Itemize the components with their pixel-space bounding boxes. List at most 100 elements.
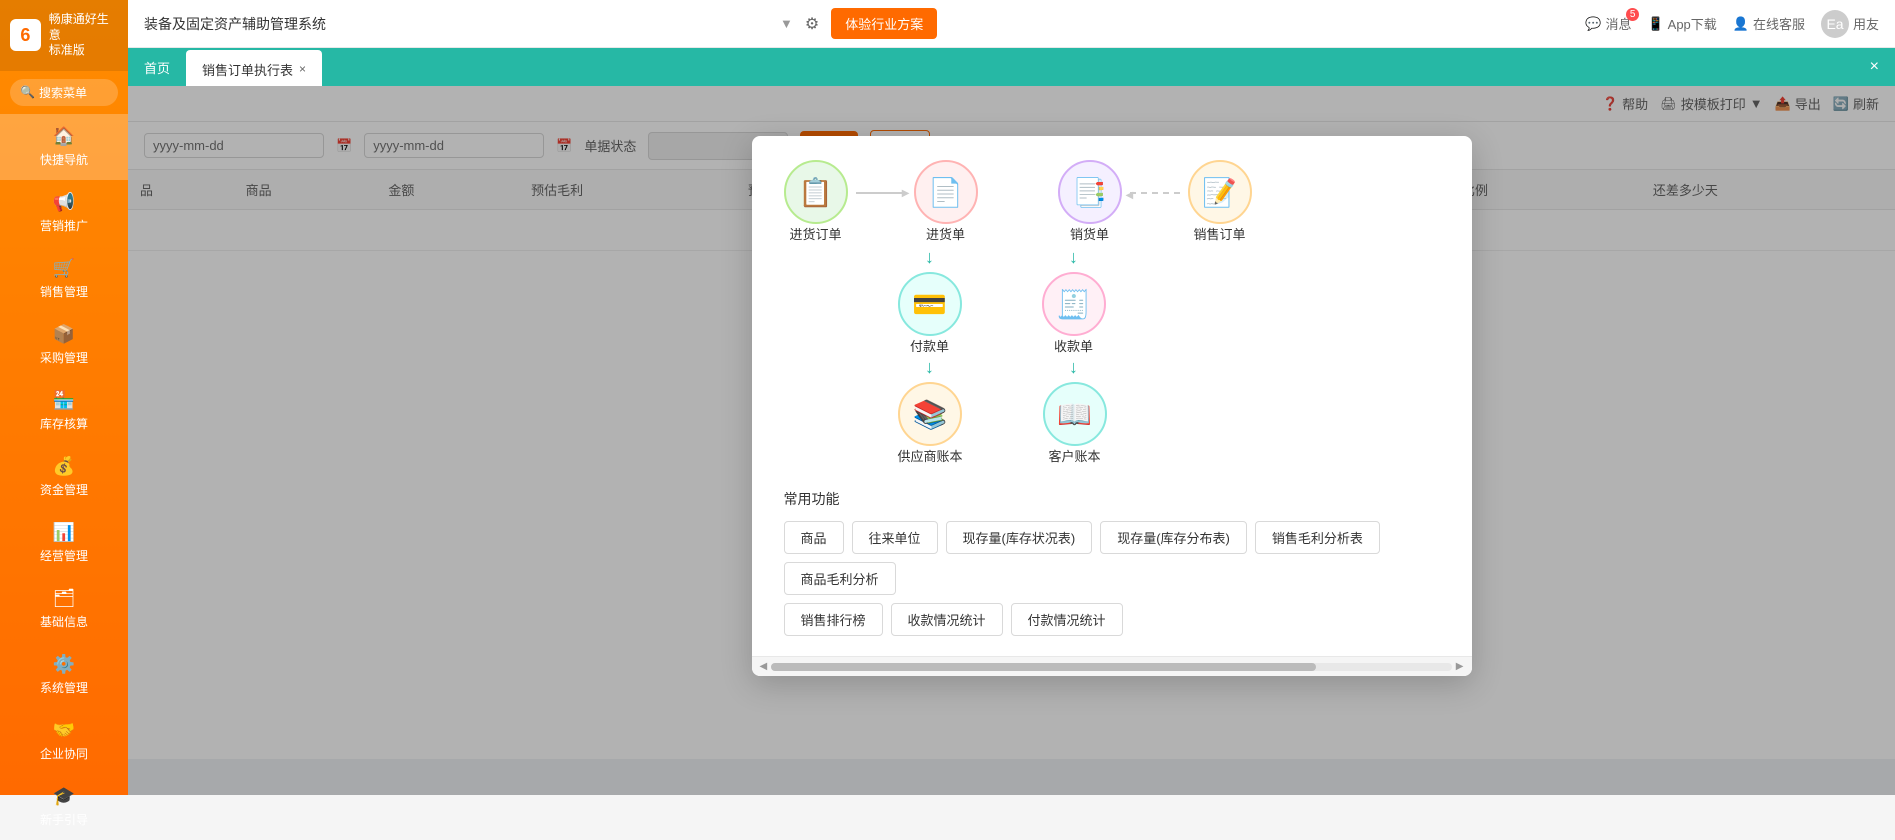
- func-btn-partners[interactable]: 往来单位: [852, 521, 938, 554]
- download-icon: 📱: [1647, 16, 1663, 32]
- down-arrow-receipt: ↓: [1042, 247, 1106, 268]
- search-menu-button[interactable]: 🔍 搜索菜单: [10, 79, 118, 106]
- window-close-icon[interactable]: ×: [1870, 58, 1879, 76]
- sidebar-item-operation[interactable]: 📊 经营管理: [0, 510, 128, 576]
- modal-overlay[interactable]: 📋 进货订单 ▶: [128, 86, 1895, 795]
- modal-content: 📋 进货订单 ▶: [752, 136, 1472, 656]
- sidebar-item-system[interactable]: ⚙️ 系统管理: [0, 642, 128, 708]
- main-area: 装备及固定资产辅助管理系统 ▼ ⚙ 体验行业方案 💬 消息 5 📱 App下载 …: [128, 0, 1895, 795]
- tab-sales-order[interactable]: 销售订单执行表 ×: [186, 50, 322, 88]
- system-icon: ⚙️: [53, 654, 75, 675]
- purchase-bill-node[interactable]: 📄 进货单: [914, 160, 978, 243]
- purchase-order-icon: 📋: [784, 160, 848, 224]
- purchase-bill-label: 进货单: [926, 224, 965, 243]
- sidebar-item-finance[interactable]: 💰 资金管理: [0, 444, 128, 510]
- purchase-icon: 📦: [53, 324, 75, 345]
- sidebar-item-guide[interactable]: 🎓 新手引导: [0, 774, 128, 840]
- scrollbar-thumb[interactable]: [771, 663, 1315, 671]
- sidebar-nav: 🏠 快捷导航 📢 营销推广 🛒 销售管理 📦 采购管理 🏪 库存核算 💰: [0, 114, 128, 840]
- sidebar-item-sales[interactable]: 🛒 销售管理: [0, 246, 128, 312]
- online-service-button[interactable]: 👤 在线客服: [1733, 14, 1805, 33]
- sidebar-logo: 6 畅康通好生意 标准版: [0, 0, 128, 71]
- func-btn-payment-stats[interactable]: 付款情况统计: [1011, 603, 1123, 636]
- quick-nav-icon: 🏠: [53, 126, 75, 147]
- trial-button[interactable]: 体验行业方案: [831, 8, 937, 39]
- tab-home[interactable]: 首页: [128, 48, 186, 86]
- app-download-button[interactable]: 📱 App下载: [1647, 14, 1716, 33]
- arrow-purchase-to-bill: ▶: [848, 192, 914, 194]
- sidebar-item-basic[interactable]: 🗂 基础信息: [0, 576, 128, 642]
- func-btn-sales-rank[interactable]: 销售排行榜: [784, 603, 883, 636]
- message-icon: 💬: [1585, 16, 1601, 32]
- topbar-right: 💬 消息 5 📱 App下载 👤 在线客服 Ea 用友: [1585, 10, 1879, 38]
- sidebar-item-purchase[interactable]: 📦 采购管理: [0, 312, 128, 378]
- flow-diagram: 📋 进货订单 ▶: [784, 160, 1440, 465]
- sidebar-search-area: 🔍 搜索菜单: [0, 71, 128, 114]
- supplier-ledger-node[interactable]: 📚 供应商账本: [898, 382, 963, 465]
- supplier-ledger-icon: 📚: [898, 382, 962, 446]
- sidebar-item-enterprise[interactable]: 🤝 企业协同: [0, 708, 128, 774]
- down-arrow-supplier: ↓: [898, 357, 962, 378]
- basic-icon: 🗂: [53, 588, 76, 609]
- common-functions-title: 常用功能: [784, 489, 1440, 509]
- operation-icon: 📊: [53, 522, 75, 543]
- message-button[interactable]: 💬 消息 5: [1585, 14, 1631, 33]
- sales-icon: 🛒: [53, 258, 75, 279]
- purchase-order-label: 进货订单: [789, 224, 841, 243]
- sidebar-item-quick-nav[interactable]: 🏠 快捷导航: [0, 114, 128, 180]
- sidebar-item-marketing[interactable]: 📢 营销推广: [0, 180, 128, 246]
- customer-ledger-icon: 📖: [1043, 382, 1107, 446]
- tabbar: 首页 销售订单执行表 × ×: [128, 48, 1895, 86]
- down-arrow-customer: ↓: [1042, 357, 1106, 378]
- user-menu-button[interactable]: Ea 用友: [1821, 10, 1879, 38]
- purchase-order-node[interactable]: 📋 进货订单: [784, 160, 848, 243]
- service-icon: 👤: [1733, 16, 1749, 32]
- receipt-icon: 🧾: [1042, 272, 1106, 336]
- scroll-left-icon[interactable]: ◀: [760, 661, 768, 672]
- guide-icon: 🎓: [53, 786, 75, 807]
- down-arrow-payment: ↓: [898, 247, 962, 268]
- enterprise-icon: 🤝: [53, 720, 75, 741]
- receipt-node[interactable]: 🧾 收款单: [1042, 272, 1106, 355]
- func-btn-stock-status[interactable]: 现存量(库存状况表): [946, 521, 1093, 554]
- flow-modal: 📋 进货订单 ▶: [752, 136, 1472, 676]
- func-btn-receipt-stats[interactable]: 收款情况统计: [891, 603, 1003, 636]
- func-btn-sales-margin[interactable]: 销售毛利分析表: [1255, 521, 1380, 554]
- payment-node[interactable]: 💳 付款单: [898, 272, 962, 355]
- modal-scrollbar: ◀ ▶: [752, 656, 1472, 676]
- tab-close-icon[interactable]: ×: [299, 62, 306, 76]
- search-icon: 🔍: [20, 85, 35, 99]
- settings-icon[interactable]: ⚙: [805, 14, 819, 34]
- dropdown-arrow-icon[interactable]: ▼: [780, 16, 793, 31]
- sales-bill-node[interactable]: 📑 销货单: [1058, 160, 1122, 243]
- sidebar: 6 畅康通好生意 标准版 🔍 搜索菜单 🏠 快捷导航 📢 营销推广 �: [0, 0, 128, 795]
- scroll-right-icon[interactable]: ▶: [1456, 661, 1464, 672]
- purchase-bill-icon: 📄: [914, 160, 978, 224]
- payment-label: 付款单: [910, 336, 949, 355]
- payment-icon: 💳: [898, 272, 962, 336]
- scrollbar-track[interactable]: [771, 663, 1452, 671]
- topbar: 装备及固定资产辅助管理系统 ▼ ⚙ 体验行业方案 💬 消息 5 📱 App下载 …: [128, 0, 1895, 48]
- customer-ledger-node[interactable]: 📖 客户账本: [1043, 382, 1107, 465]
- func-btn-stock-dist[interactable]: 现存量(库存分布表): [1100, 521, 1247, 554]
- arrow-sales-order-to-bill: ◀: [1122, 192, 1188, 194]
- sidebar-item-inventory[interactable]: 🏪 库存核算: [0, 378, 128, 444]
- sales-order-label: 销售订单: [1193, 224, 1245, 243]
- sales-bill-label: 销货单: [1070, 224, 1109, 243]
- marketing-icon: 📢: [53, 192, 75, 213]
- func-btn-product[interactable]: 商品: [784, 521, 844, 554]
- common-functions-section: 常用功能 商品 往来单位 现存量(库存状况表) 现存量(库存分布表) 销售毛利分…: [784, 489, 1440, 636]
- func-btn-product-margin[interactable]: 商品毛利分析: [784, 562, 896, 595]
- system-title: 装备及固定资产辅助管理系统: [144, 14, 768, 34]
- logo-icon: 6: [10, 19, 41, 51]
- customer-ledger-label: 客户账本: [1049, 446, 1101, 465]
- sales-order-icon: 📝: [1188, 160, 1252, 224]
- supplier-ledger-label: 供应商账本: [898, 446, 963, 465]
- receipt-label: 收款单: [1054, 336, 1093, 355]
- logo-text: 畅康通好生意 标准版: [49, 12, 118, 59]
- finance-icon: 💰: [53, 456, 75, 477]
- functions-row-2: 销售排行榜 收款情况统计 付款情况统计: [784, 603, 1440, 636]
- sales-bill-icon: 📑: [1058, 160, 1122, 224]
- sales-order-node[interactable]: 📝 销售订单: [1188, 160, 1252, 243]
- inventory-icon: 🏪: [53, 390, 75, 411]
